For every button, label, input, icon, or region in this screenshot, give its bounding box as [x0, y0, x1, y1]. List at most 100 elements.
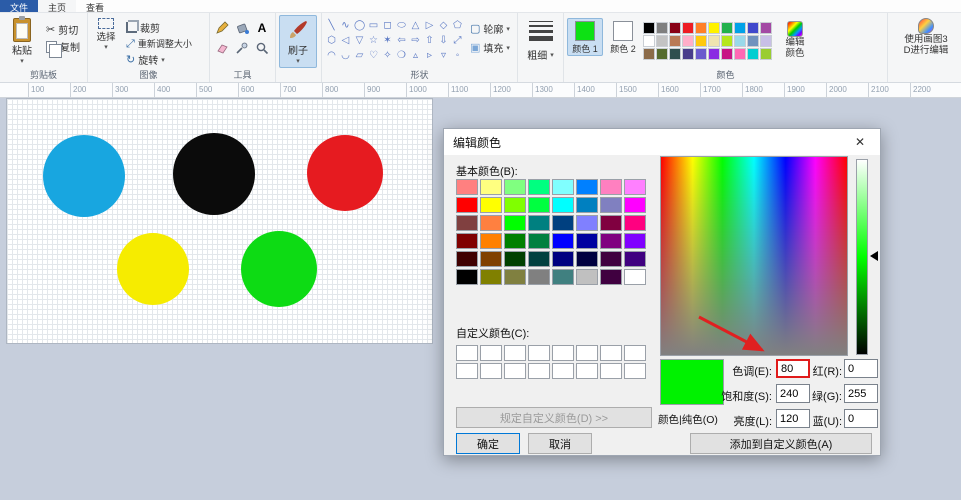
palette-swatch[interactable] — [656, 22, 668, 34]
basic-color-swatch[interactable] — [456, 269, 478, 285]
shape-button[interactable]: ◦ — [451, 48, 464, 62]
shape-button[interactable]: ▷ — [423, 18, 436, 32]
custom-color-swatch[interactable] — [552, 363, 574, 379]
hue-saturation-field[interactable] — [660, 156, 848, 356]
shape-button[interactable]: ⬭ — [395, 18, 408, 32]
basic-color-swatch[interactable] — [480, 269, 502, 285]
custom-color-swatch[interactable] — [528, 363, 550, 379]
basic-color-swatch[interactable] — [576, 251, 598, 267]
palette-swatch[interactable] — [734, 22, 746, 34]
blue-input[interactable] — [844, 409, 878, 428]
custom-color-swatch[interactable] — [456, 345, 478, 361]
shape-button[interactable]: ◇ — [437, 18, 450, 32]
basic-color-swatch[interactable] — [480, 215, 502, 231]
palette-swatch[interactable] — [760, 35, 772, 47]
paint3d-button[interactable]: 使用画图3D进行编辑 — [891, 15, 961, 59]
rotate-button[interactable]: ↻ 旋转 ▾ — [123, 51, 195, 68]
color-picker-tool-button[interactable] — [233, 39, 251, 57]
basic-color-swatch[interactable] — [552, 197, 574, 213]
pencil-tool-button[interactable] — [213, 19, 231, 37]
basic-color-swatch[interactable] — [456, 251, 478, 267]
cancel-button[interactable]: 取消 — [528, 433, 592, 454]
palette-swatch[interactable] — [669, 48, 681, 60]
basic-color-swatch[interactable] — [600, 179, 622, 195]
tab-home[interactable]: 主页 — [38, 0, 76, 12]
shape-button[interactable]: ▽ — [353, 33, 366, 47]
palette-swatch[interactable] — [747, 48, 759, 60]
basic-color-swatch[interactable] — [528, 197, 550, 213]
basic-color-swatch[interactable] — [576, 179, 598, 195]
magnifier-tool-button[interactable] — [253, 39, 271, 57]
basic-color-swatch[interactable] — [600, 251, 622, 267]
brushes-button[interactable]: 刷子 ▾ — [279, 15, 317, 68]
dialog-title-bar[interactable]: 编辑颜色 ✕ — [444, 129, 880, 155]
shape-button[interactable]: ⇩ — [437, 33, 450, 47]
palette-swatch[interactable] — [695, 22, 707, 34]
basic-color-swatch[interactable] — [624, 179, 646, 195]
fill-button[interactable]: ▣ 填充 ▾ — [467, 39, 513, 56]
basic-color-swatch[interactable] — [552, 251, 574, 267]
outline-button[interactable]: ▢ 轮廓 ▾ — [467, 20, 513, 37]
shape-button[interactable]: ∿ — [339, 18, 352, 32]
palette-swatch[interactable] — [747, 35, 759, 47]
palette-swatch[interactable] — [695, 35, 707, 47]
custom-color-swatch[interactable] — [624, 363, 646, 379]
shape-button[interactable]: ◯ — [353, 18, 366, 32]
basic-color-swatch[interactable] — [528, 179, 550, 195]
basic-color-swatch[interactable] — [600, 215, 622, 231]
basic-color-swatch[interactable] — [600, 233, 622, 249]
palette-swatch[interactable] — [708, 35, 720, 47]
basic-color-swatch[interactable] — [624, 269, 646, 285]
shape-button[interactable]: ✧ — [381, 48, 394, 62]
copy-button[interactable]: 复制 — [43, 38, 83, 55]
palette-swatch[interactable] — [708, 22, 720, 34]
basic-color-swatch[interactable] — [576, 269, 598, 285]
shape-button[interactable]: ⬡ — [325, 33, 338, 47]
select-button[interactable]: 选择 ▾ — [91, 15, 121, 54]
close-icon[interactable]: ✕ — [849, 135, 871, 149]
basic-color-swatch[interactable] — [600, 269, 622, 285]
custom-color-swatch[interactable] — [600, 345, 622, 361]
basic-color-swatch[interactable] — [576, 197, 598, 213]
palette-swatch[interactable] — [643, 35, 655, 47]
custom-color-swatch[interactable] — [480, 363, 502, 379]
shape-button[interactable]: ▱ — [353, 48, 366, 62]
shape-button[interactable]: ⤢ — [451, 33, 464, 47]
basic-color-swatch[interactable] — [504, 215, 526, 231]
basic-color-swatch[interactable] — [552, 215, 574, 231]
green-input[interactable] — [844, 384, 878, 403]
palette-swatch[interactable] — [721, 48, 733, 60]
luminance-bar[interactable] — [856, 159, 868, 355]
custom-color-swatch[interactable] — [528, 345, 550, 361]
shape-button[interactable]: ⇧ — [423, 33, 436, 47]
shape-button[interactable]: ╲ — [325, 18, 338, 32]
palette-swatch[interactable] — [682, 35, 694, 47]
palette-swatch[interactable] — [643, 22, 655, 34]
shape-button[interactable]: ❍ — [395, 48, 408, 62]
color1-button[interactable]: 颜色 1 — [567, 18, 603, 56]
palette-swatch[interactable] — [760, 48, 772, 60]
shape-button[interactable]: ⇦ — [395, 33, 408, 47]
basic-color-swatch[interactable] — [624, 197, 646, 213]
custom-color-swatch[interactable] — [552, 345, 574, 361]
basic-color-swatch[interactable] — [552, 233, 574, 249]
resize-button[interactable]: ⤢ 重新调整大小 — [123, 36, 195, 51]
basic-color-swatch[interactable] — [504, 251, 526, 267]
tab-view[interactable]: 查看 — [76, 0, 114, 12]
basic-color-swatch[interactable] — [552, 179, 574, 195]
shape-button[interactable]: ♡ — [367, 48, 380, 62]
add-to-custom-colors-button[interactable]: 添加到自定义颜色(A) — [690, 433, 872, 454]
palette-swatch[interactable] — [695, 48, 707, 60]
shape-button[interactable]: ☆ — [367, 33, 380, 47]
cut-button[interactable]: ✂ 剪切 — [43, 21, 83, 38]
eraser-tool-button[interactable] — [213, 39, 231, 57]
basic-color-swatch[interactable] — [528, 251, 550, 267]
shape-button[interactable]: ✶ — [381, 33, 394, 47]
basic-color-swatch[interactable] — [480, 251, 502, 267]
palette-swatch[interactable] — [721, 35, 733, 47]
basic-color-swatch[interactable] — [480, 197, 502, 213]
palette-swatch[interactable] — [669, 35, 681, 47]
shape-button[interactable]: ▭ — [367, 18, 380, 32]
custom-color-swatch[interactable] — [600, 363, 622, 379]
basic-color-swatch[interactable] — [624, 251, 646, 267]
